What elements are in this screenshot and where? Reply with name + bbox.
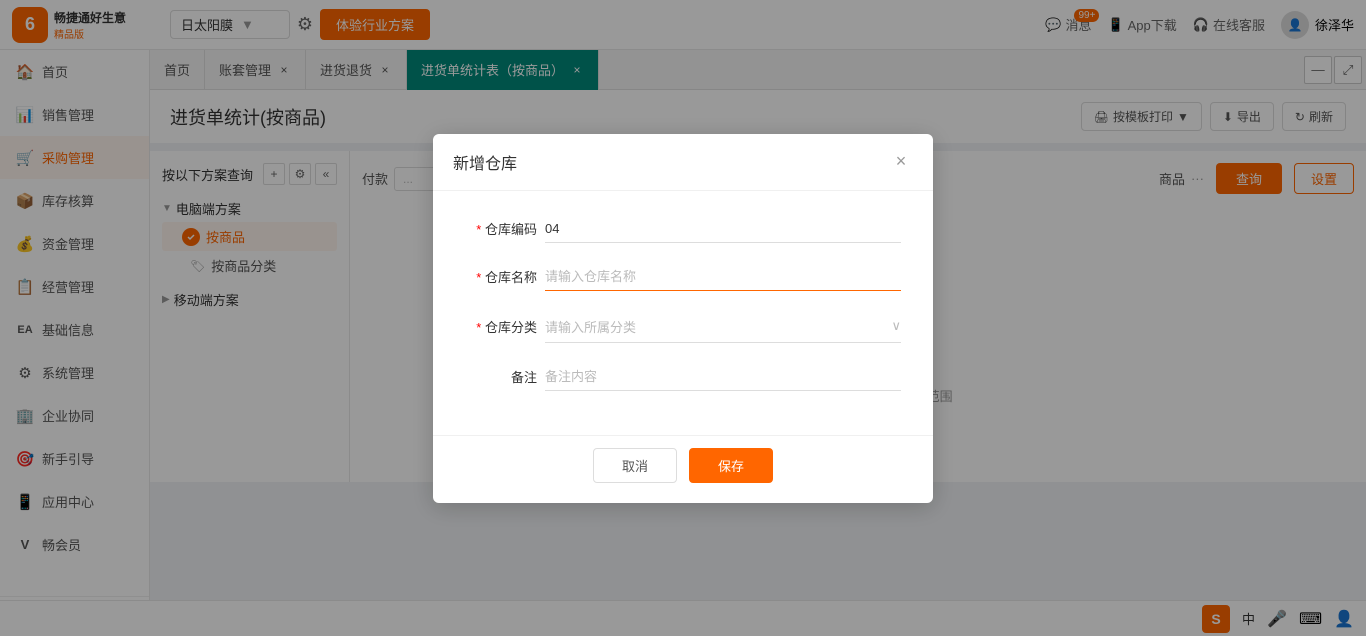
warehouse-category-select[interactable]: 请输入所属分类 ∨ (545, 311, 901, 343)
category-dropdown-icon: ∨ (891, 318, 901, 334)
modal-footer: 取消 保存 (433, 435, 933, 503)
save-button[interactable]: 保存 (689, 448, 773, 483)
cancel-button[interactable]: 取消 (593, 448, 677, 483)
warehouse-code-label: * 仓库编码 (465, 219, 545, 238)
warehouse-code-input[interactable] (545, 215, 901, 243)
modal-overlay: 新增仓库 × * 仓库编码 * 仓库名称 (0, 0, 1366, 636)
modal-header: 新增仓库 × (433, 134, 933, 191)
warehouse-code-row: * 仓库编码 (465, 215, 901, 243)
warehouse-note-input[interactable] (545, 363, 901, 391)
warehouse-category-row: * 仓库分类 请输入所属分类 ∨ (465, 311, 901, 343)
name-required: * (476, 270, 481, 285)
category-placeholder: 请输入所属分类 (545, 317, 636, 336)
warehouse-name-label: * 仓库名称 (465, 267, 545, 286)
category-required: * (476, 320, 481, 335)
code-required: * (476, 222, 481, 237)
warehouse-note-row: 备注 (465, 363, 901, 391)
warehouse-category-label: * 仓库分类 (465, 317, 545, 336)
modal-body: * 仓库编码 * 仓库名称 * 仓库分类 请输入所属 (433, 191, 933, 435)
warehouse-name-row: * 仓库名称 (465, 263, 901, 291)
warehouse-note-label: 备注 (465, 367, 545, 386)
add-warehouse-modal: 新增仓库 × * 仓库编码 * 仓库名称 (433, 134, 933, 503)
modal-title: 新增仓库 (453, 150, 517, 174)
modal-close-button[interactable]: × (889, 150, 913, 174)
warehouse-name-input[interactable] (545, 263, 901, 291)
